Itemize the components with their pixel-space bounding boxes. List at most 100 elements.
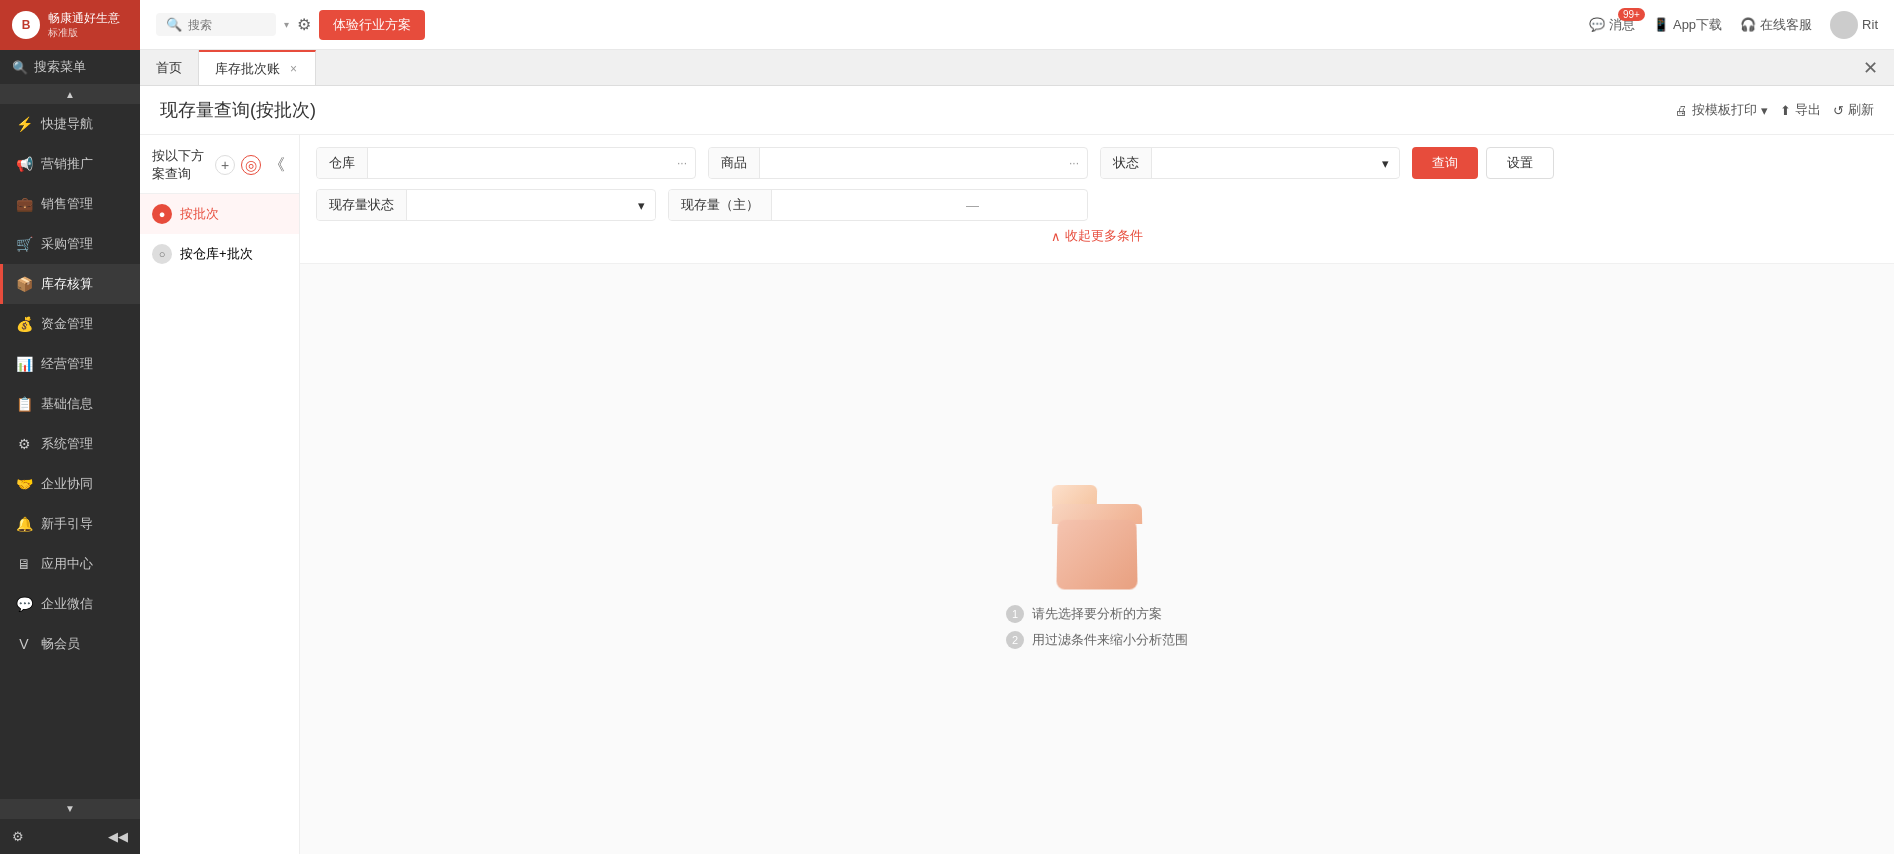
product-filter: 商品 ··· [708, 147, 1088, 179]
refresh-label: 刷新 [1848, 101, 1874, 119]
message-btn[interactable]: 💬 消息 99+ [1589, 16, 1635, 34]
nav-label-wechat: 企业微信 [41, 595, 93, 613]
empty-step-2: 2 用过滤条件来缩小分析范围 [1006, 631, 1188, 649]
tab-home[interactable]: 首页 [140, 50, 199, 85]
sidebar-item-app-center[interactable]: 🖥 应用中心 [0, 544, 140, 584]
scheme-item-warehouse-batch[interactable]: ○ 按仓库+批次 [140, 234, 299, 274]
empty-text-area: 1 请先选择要分析的方案 2 用过滤条件来缩小分析范围 [1006, 605, 1188, 649]
sidebar-search-label: 搜索菜单 [34, 58, 86, 76]
sidebar-item-system[interactable]: ⚙ 系统管理 [0, 424, 140, 464]
sidebar-item-wechat[interactable]: 💬 企业微信 [0, 584, 140, 624]
empty-state: 1 请先选择要分析的方案 2 用过滤条件来缩小分析范围 [300, 264, 1894, 854]
filter-actions: 查询 设置 [1412, 147, 1554, 179]
sidebar-search[interactable]: 🔍 搜索菜单 [0, 50, 140, 85]
fold-panel-btn[interactable]: 《 [267, 155, 287, 175]
export-label: 导出 [1795, 101, 1821, 119]
sidebar-item-quick-nav[interactable]: ⚡ 快捷导航 [0, 104, 140, 144]
online-service-label: 在线客服 [1760, 16, 1812, 34]
sidebar-item-enterprise[interactable]: 🤝 企业协同 [0, 464, 140, 504]
topbar-left: 🔍 ▾ ⚙ 体验行业方案 [156, 10, 1577, 40]
sidebar-item-newbie[interactable]: 🔔 新手引导 [0, 504, 140, 544]
product-filter-more[interactable]: ··· [1061, 156, 1087, 170]
app-download-btn[interactable]: 📱 App下载 [1653, 16, 1722, 34]
scheme-list: ● 按批次 ○ 按仓库+批次 [140, 194, 299, 274]
status-filter-chevron: ▾ [1382, 156, 1389, 171]
sidebar-item-basic[interactable]: 📋 基础信息 [0, 384, 140, 424]
tab-inventory-batch[interactable]: 库存批次账 × [199, 50, 316, 85]
sidebar: B 畅康通好生意 标准版 🔍 搜索菜单 ▲ ⚡ 快捷导航 📢 营销推广 💼 销售… [0, 0, 140, 854]
warehouse-filter-more[interactable]: ··· [669, 156, 695, 170]
nav-label-marketing: 营销推广 [41, 155, 93, 173]
stock-amount-from[interactable] [772, 192, 960, 219]
nav-icon-marketing: 📢 [15, 155, 33, 173]
sidebar-item-finance[interactable]: 💰 资金管理 [0, 304, 140, 344]
topbar-chevron-icon[interactable]: ▾ [284, 19, 289, 30]
target-scheme-btn[interactable]: ◎ [241, 155, 261, 175]
sidebar-item-inventory[interactable]: 📦 库存核算 [0, 264, 140, 304]
print-btn[interactable]: 🖨 按模板打印 ▾ [1675, 101, 1768, 119]
stock-amount-to[interactable] [985, 192, 1088, 219]
product-filter-input[interactable] [760, 150, 1061, 177]
sidebar-item-marketing[interactable]: 📢 营销推广 [0, 144, 140, 184]
warehouse-filter-input[interactable] [368, 150, 669, 177]
left-panel-actions: + ◎ 《 [215, 155, 287, 175]
stock-status-filter: 现存量状态 ▾ [316, 189, 656, 221]
sidebar-item-operation[interactable]: 📊 经营管理 [0, 344, 140, 384]
step-2-num: 2 [1006, 631, 1024, 649]
tab-close-btn[interactable]: × [288, 60, 299, 78]
page-actions: 🖨 按模板打印 ▾ ⬆ 导出 ↺ 刷新 [1675, 101, 1874, 119]
product-filter-label: 商品 [709, 148, 760, 178]
export-icon: ⬆ [1780, 103, 1791, 118]
add-scheme-btn[interactable]: + [215, 155, 235, 175]
footer-settings-icon[interactable]: ⚙ [12, 829, 24, 844]
collapse-icon: ∧ [1051, 229, 1061, 244]
query-btn[interactable]: 查询 [1412, 147, 1478, 179]
tab-inventory-batch-label: 库存批次账 [215, 60, 280, 78]
scheme-item-batch[interactable]: ● 按批次 [140, 194, 299, 234]
topbar-search-input[interactable] [188, 18, 258, 32]
topbar-gear-icon[interactable]: ⚙ [297, 15, 311, 34]
experience-btn[interactable]: 体验行业方案 [319, 10, 425, 40]
stock-status-filter-select[interactable]: ▾ [407, 192, 655, 219]
nav-label-newbie: 新手引导 [41, 515, 93, 533]
sidebar-item-purchase[interactable]: 🛒 采购管理 [0, 224, 140, 264]
user-avatar-area[interactable]: Rit [1830, 11, 1878, 39]
nav-label-app-center: 应用中心 [41, 555, 93, 573]
filter-row-2: 现存量状态 ▾ 现存量（主） — [316, 189, 1878, 221]
nav-label-sales: 销售管理 [41, 195, 93, 213]
empty-step-1: 1 请先选择要分析的方案 [1006, 605, 1188, 623]
collapse-more-btn[interactable]: ∧ 收起更多条件 [316, 221, 1878, 251]
scheme-label-batch: 按批次 [180, 205, 219, 223]
step-2-text: 用过滤条件来缩小分析范围 [1032, 631, 1188, 649]
nav-icon-quick-nav: ⚡ [15, 115, 33, 133]
status-filter-select[interactable]: ▾ [1152, 150, 1399, 177]
sidebar-item-member[interactable]: V 畅会员 [0, 624, 140, 664]
footer-collapse-icon[interactable]: ◀◀ [108, 829, 128, 844]
stock-status-filter-label: 现存量状态 [317, 190, 407, 220]
nav-label-purchase: 采购管理 [41, 235, 93, 253]
sidebar-scroll-up[interactable]: ▲ [0, 85, 140, 104]
online-service-btn[interactable]: 🎧 在线客服 [1740, 16, 1812, 34]
export-btn[interactable]: ⬆ 导出 [1780, 101, 1821, 119]
nav-label-finance: 资金管理 [41, 315, 93, 333]
user-name: Rit [1862, 17, 1878, 32]
scheme-icon-warehouse-batch: ○ [152, 244, 172, 264]
left-panel-title: 按以下方案查询 [152, 147, 215, 183]
sidebar-item-sales[interactable]: 💼 销售管理 [0, 184, 140, 224]
print-chevron-icon: ▾ [1761, 103, 1768, 118]
nav-label-enterprise: 企业协同 [41, 475, 93, 493]
app-logo: B [12, 11, 40, 39]
refresh-btn[interactable]: ↺ 刷新 [1833, 101, 1874, 119]
scheme-label-warehouse-batch: 按仓库+批次 [180, 245, 253, 263]
topbar-search-wrap[interactable]: 🔍 [156, 13, 276, 36]
stock-amount-filter: 现存量（主） — [668, 189, 1088, 221]
setting-btn[interactable]: 设置 [1486, 147, 1554, 179]
filter-row-1: 仓库 ··· 商品 ··· 状态 [316, 147, 1878, 179]
nav-icon-finance: 💰 [15, 315, 33, 333]
sidebar-scroll-down[interactable]: ▼ [0, 799, 140, 818]
sidebar-footer: ⚙ ◀◀ [0, 818, 140, 854]
tab-bar-close-btn[interactable]: ✕ [1863, 57, 1878, 79]
app-name-area: 畅康通好生意 标准版 [48, 11, 120, 40]
content-area: 现存量查询(按批次) 🖨 按模板打印 ▾ ⬆ 导出 ↺ 刷新 [140, 86, 1894, 854]
app-download-label: App下载 [1673, 16, 1722, 34]
